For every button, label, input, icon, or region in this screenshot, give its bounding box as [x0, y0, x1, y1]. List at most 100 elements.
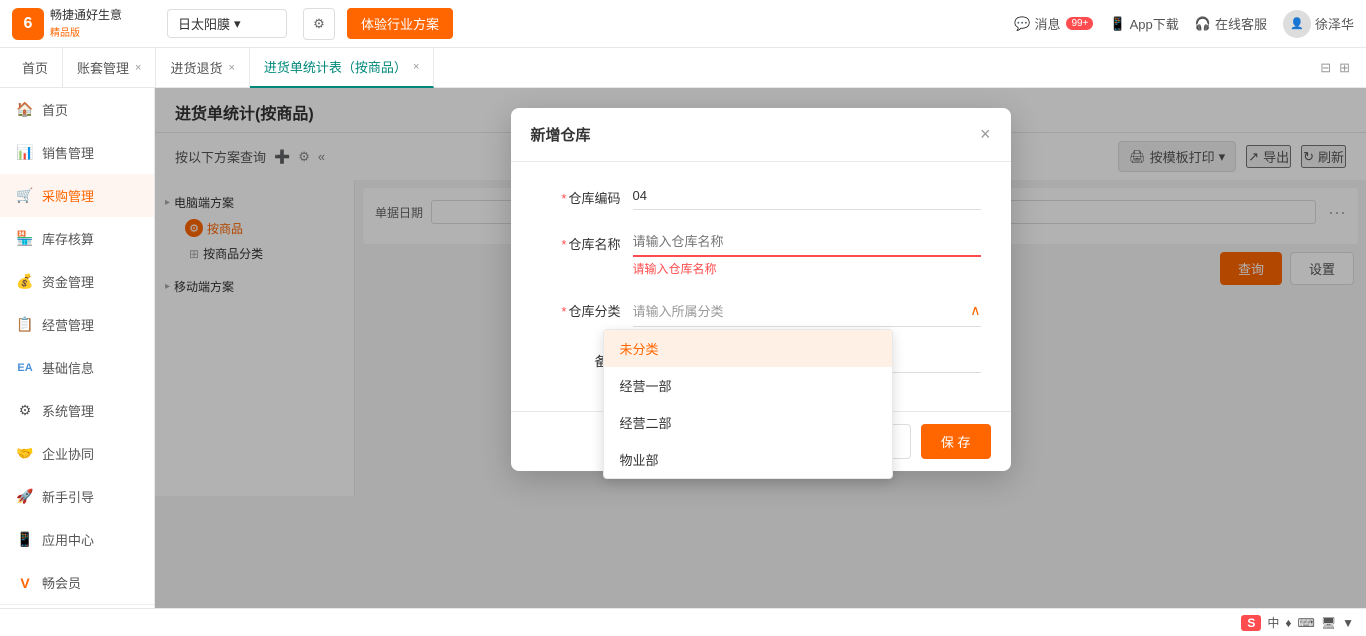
form-row-name: *仓库名称 请输入仓库名称: [541, 228, 981, 277]
sidebar-item-guide[interactable]: 🚀 新手引导: [0, 475, 154, 518]
sidebar-item-finance[interactable]: 💰 资金管理: [0, 260, 154, 303]
dropdown-item-0[interactable]: 未分类: [604, 330, 892, 367]
statusbar-icon-dot: ♦: [1285, 616, 1291, 630]
basic-info-icon: EA: [16, 359, 34, 377]
dropdown-item-3[interactable]: 物业部: [604, 441, 892, 478]
tab-accounts[interactable]: 账套管理 ×: [63, 48, 156, 88]
sidebar-item-operations[interactable]: 📋 经营管理: [0, 303, 154, 346]
sidebar-home-label: 首页: [42, 100, 68, 119]
sidebar-operations-label: 经营管理: [42, 315, 94, 334]
user-area[interactable]: 👤 徐泽华: [1283, 10, 1354, 38]
statusbar-s-logo: S: [1241, 615, 1261, 631]
tab-bar: 首页 账套管理 × 进货退货 × 进货单统计表（按商品） × ⊟ ⊞: [0, 48, 1366, 88]
sidebar-item-member[interactable]: V 畅会员: [0, 561, 154, 604]
sidebar-member-label: 畅会员: [42, 573, 81, 592]
tab-purchase-return[interactable]: 进货退货 ×: [156, 48, 249, 88]
sidebar-item-purchase[interactable]: 🛒 采购管理: [0, 174, 154, 217]
appcenter-icon: 📱: [16, 531, 34, 549]
trial-button[interactable]: 体验行业方案: [347, 8, 453, 39]
logo-icon: 6: [12, 8, 44, 40]
tab-purchase-stats-close[interactable]: ×: [413, 61, 419, 73]
app-download-button[interactable]: 📱 App下载: [1109, 14, 1178, 33]
home-icon: 🏠: [16, 101, 34, 119]
dropdown-item-1[interactable]: 经营一部: [604, 367, 892, 404]
message-button[interactable]: 💬 消息 99+: [1014, 14, 1093, 33]
form-row-code: *仓库编码: [541, 182, 981, 210]
finance-icon: 💰: [16, 273, 34, 291]
sidebar-system-label: 系统管理: [42, 401, 94, 420]
code-input[interactable]: [633, 182, 981, 210]
store-dropdown-icon: ▾: [234, 16, 241, 32]
top-header: 6 畅捷通好生意 精品版 日太阳膜 ▾ ⚙ 体验行业方案 💬 消息 99+ 📱 …: [0, 0, 1366, 48]
sidebar-item-sales[interactable]: 📊 销售管理: [0, 131, 154, 174]
sidebar-item-appcenter[interactable]: 📱 应用中心: [0, 518, 154, 561]
message-label: 消息: [1034, 14, 1060, 33]
form-row-category: *仓库分类 请输入所属分类 ∧ 未分类 经营一部 经营二部: [541, 295, 981, 327]
tab-accounts-label: 账套管理: [77, 58, 129, 77]
online-service-label: 在线客服: [1215, 14, 1267, 33]
sidebar-finance-label: 资金管理: [42, 272, 94, 291]
category-label: *仓库分类: [541, 295, 621, 320]
code-label: *仓库编码: [541, 182, 621, 207]
required-star-name: *: [561, 237, 566, 252]
tab-home-label: 首页: [22, 58, 48, 77]
sidebar-guide-label: 新手引导: [42, 487, 94, 506]
sidebar-purchase-label: 采购管理: [42, 186, 94, 205]
system-icon: ⚙: [16, 402, 34, 420]
tab-purchase-return-label: 进货退货: [170, 58, 222, 77]
save-button[interactable]: 保 存: [921, 424, 991, 459]
gear-button[interactable]: ⚙: [303, 8, 335, 40]
headset-icon: 🎧: [1195, 16, 1211, 32]
online-service-button[interactable]: 🎧 在线客服: [1195, 14, 1267, 33]
statusbar-icon-keyboard: ⌨: [1298, 616, 1315, 630]
sidebar-inventory-label: 库存核算: [42, 229, 94, 248]
phone-icon: 📱: [1109, 16, 1125, 32]
modal-title: 新增仓库: [531, 124, 591, 145]
sidebar-sales-label: 销售管理: [42, 143, 94, 162]
bottom-statusbar: S 中 ♦ ⌨ 🖥 ▼: [0, 608, 1366, 636]
statusbar-right: S 中 ♦ ⌨ 🖥 ▼: [1241, 614, 1354, 631]
code-field: [633, 182, 981, 210]
logo-area: 6 畅捷通好生意 精品版: [12, 8, 167, 40]
sidebar: 🏠 首页 📊 销售管理 🛒 采购管理 🏪 库存核算 💰 资金管理 📋 经营管理 …: [0, 88, 155, 636]
member-icon: V: [16, 574, 34, 592]
modal-header: 新增仓库 ×: [511, 108, 1011, 162]
sidebar-item-enterprise[interactable]: 🤝 企业协同: [0, 432, 154, 475]
tab-purchase-stats-label: 进货单统计表（按商品）: [264, 57, 407, 76]
store-selector[interactable]: 日太阳膜 ▾: [167, 9, 287, 38]
name-input[interactable]: [633, 228, 981, 257]
user-name: 徐泽华: [1315, 14, 1354, 33]
sidebar-basic-info-label: 基础信息: [42, 358, 94, 377]
tab-maximize-icon: ⊞: [1339, 60, 1350, 76]
app-download-label: App下载: [1130, 14, 1179, 33]
message-icon: 💬: [1014, 16, 1030, 32]
category-select[interactable]: 请输入所属分类 ∧: [633, 295, 981, 327]
guide-icon: 🚀: [16, 488, 34, 506]
dropdown-item-2[interactable]: 经营二部: [604, 404, 892, 441]
logo-text-area: 畅捷通好生意 精品版: [50, 8, 122, 39]
sales-icon: 📊: [16, 144, 34, 162]
sidebar-item-inventory[interactable]: 🏪 库存核算: [0, 217, 154, 260]
statusbar-icon-zh: 中: [1267, 614, 1279, 631]
tab-home[interactable]: 首页: [8, 48, 63, 88]
main-layout: 🏠 首页 📊 销售管理 🛒 采购管理 🏪 库存核算 💰 资金管理 📋 经营管理 …: [0, 88, 1366, 636]
modal-overlay: 新增仓库 × *仓库编码: [155, 88, 1366, 636]
category-field: 请输入所属分类 ∧ 未分类 经营一部 经营二部 物业部: [633, 295, 981, 327]
name-field: 请输入仓库名称: [633, 228, 981, 277]
statusbar-icon-arrow: ▼: [1342, 616, 1354, 630]
tab-purchase-stats[interactable]: 进货单统计表（按商品） ×: [250, 48, 434, 88]
tab-actions[interactable]: ⊟ ⊞: [1320, 60, 1358, 76]
modal-close-button[interactable]: ×: [980, 124, 991, 145]
sidebar-item-home[interactable]: 🏠 首页: [0, 88, 154, 131]
sidebar-item-system[interactable]: ⚙ 系统管理: [0, 389, 154, 432]
tab-purchase-return-close[interactable]: ×: [228, 62, 234, 74]
name-label: *仓库名称: [541, 228, 621, 253]
category-placeholder: 请输入所属分类: [633, 301, 724, 320]
name-error-msg: 请输入仓库名称: [633, 260, 981, 277]
header-right: 💬 消息 99+ 📱 App下载 🎧 在线客服 👤 徐泽华: [1014, 10, 1354, 38]
enterprise-icon: 🤝: [16, 445, 34, 463]
sidebar-item-basic-info[interactable]: EA 基础信息: [0, 346, 154, 389]
required-star-code: *: [561, 191, 566, 206]
gear-icon: ⚙: [313, 16, 325, 32]
tab-accounts-close[interactable]: ×: [135, 62, 141, 74]
